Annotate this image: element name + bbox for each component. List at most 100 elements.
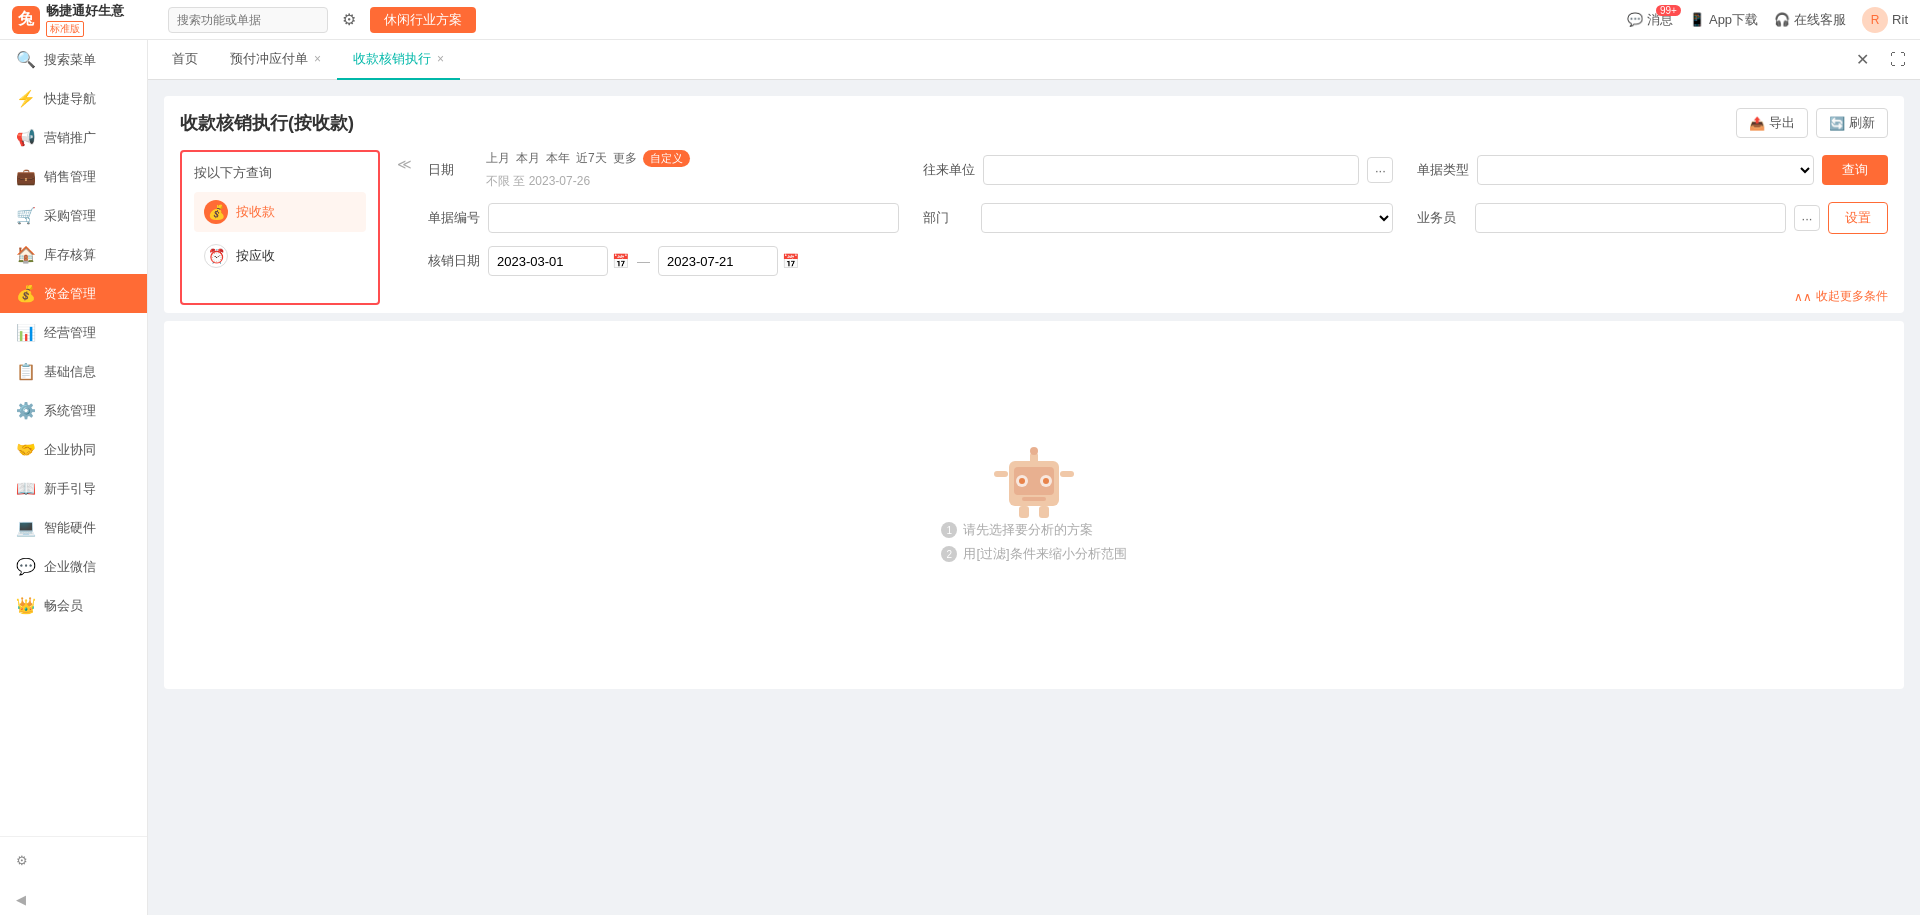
search-option-by-receipt[interactable]: 💰 按收款 [194, 192, 366, 232]
sidebar-item-member[interactable]: 👑 畅会员 [0, 586, 147, 625]
search-form-grid: 日期 上月 本月 本年 近7天 更多 自定义 不限 至 2023-07- [428, 150, 1888, 234]
dept-select[interactable] [981, 203, 1394, 233]
logo-area: 兔 畅捷通好生意 标准版 [12, 2, 160, 37]
sidebar-item-quicknav[interactable]: ⚡ 快捷导航 [0, 79, 147, 118]
date-form-row: 日期 上月 本月 本年 近7天 更多 自定义 不限 至 2023-07- [428, 150, 899, 190]
calendar-start-icon[interactable]: 📅 [612, 253, 629, 269]
dept-form-row: 部门 [923, 202, 1394, 234]
sidebar-label: 企业微信 [44, 558, 96, 576]
svg-point-8 [1030, 447, 1038, 455]
sidebar-item-hardware[interactable]: 💻 智能硬件 [0, 508, 147, 547]
sidebar-item-funds[interactable]: 💰 资金管理 [0, 274, 147, 313]
notification-badge: 99+ [1656, 5, 1681, 16]
date-custom-badge[interactable]: 自定义 [643, 150, 690, 167]
search-option-receipt-label: 按收款 [236, 203, 275, 221]
search-main: 按以下方查询 💰 按收款 ⏰ 按应收 ≪ [180, 150, 1888, 305]
verify-date-end-input[interactable] [658, 246, 778, 276]
settings-icon: ⚙️ [16, 401, 36, 420]
tab-bar-actions: ✕ ⛶ [1848, 46, 1912, 74]
svg-point-4 [1019, 478, 1025, 484]
date-link-7days[interactable]: 近7天 [576, 150, 607, 167]
empty-state-icon [984, 441, 1084, 521]
messages-button[interactable]: 💬 消息 99+ [1627, 11, 1673, 29]
salesperson-input[interactable] [1475, 203, 1786, 233]
sidebar-item-sales[interactable]: 💼 销售管理 [0, 157, 147, 196]
docno-label: 单据编号 [428, 209, 480, 227]
sidebar-item-basic-info[interactable]: 📋 基础信息 [0, 352, 147, 391]
doctype-label: 单据类型 [1417, 161, 1469, 179]
user-account[interactable]: R Rit [1862, 7, 1908, 33]
partner-input[interactable] [983, 155, 1360, 185]
tab-prepay-close[interactable]: × [314, 53, 321, 65]
partner-more-button[interactable]: ··· [1367, 157, 1393, 183]
gear-icon[interactable]: ⚙ [336, 7, 362, 33]
salesperson-more-button[interactable]: ··· [1794, 205, 1820, 231]
tab-prepay-label: 预付冲应付单 [230, 50, 308, 68]
computer-icon: 💻 [16, 518, 36, 537]
date-link-this-year[interactable]: 本年 [546, 150, 570, 167]
sidebar-label: 新手引导 [44, 480, 96, 498]
search-icon: 🔍 [16, 50, 36, 69]
date-link-last-month[interactable]: 上月 [486, 150, 510, 167]
docno-input[interactable] [488, 203, 899, 233]
sidebar-item-management[interactable]: 📊 经营管理 [0, 313, 147, 352]
setting-button[interactable]: 设置 [1828, 202, 1888, 234]
online-service-button[interactable]: 🎧 在线客服 [1774, 11, 1846, 29]
date-link-this-month[interactable]: 本月 [516, 150, 540, 167]
empty-tip-1: 1 请先选择要分析的方案 [941, 521, 1126, 539]
briefcase-icon: 💼 [16, 167, 36, 186]
app-download-button[interactable]: 📱 App下载 [1689, 11, 1758, 29]
export-icon: 📤 [1749, 116, 1765, 131]
search-panel-title: 按以下方查询 [194, 164, 366, 182]
sidebar-item-marketing[interactable]: 📢 营销推广 [0, 118, 147, 157]
calendar-end-icon[interactable]: 📅 [782, 253, 799, 269]
collapse-more-button[interactable]: ∧∧ 收起更多条件 [428, 288, 1888, 305]
sidebar-item-purchase[interactable]: 🛒 采购管理 [0, 196, 147, 235]
download-icon: 📱 [1689, 12, 1705, 27]
tip-number-2: 2 [941, 546, 957, 562]
date-link-more[interactable]: 更多 [613, 150, 637, 167]
sidebar-item-enterprise[interactable]: 🤝 企业协同 [0, 430, 147, 469]
house-icon: 🏠 [16, 245, 36, 264]
service-icon: 🎧 [1774, 12, 1790, 27]
sidebar-item-newguide[interactable]: 📖 新手引导 [0, 469, 147, 508]
date-range-dash: — [637, 254, 650, 269]
sidebar-item-wechat[interactable]: 💬 企业微信 [0, 547, 147, 586]
tab-home[interactable]: 首页 [156, 40, 214, 80]
doctype-select[interactable] [1477, 155, 1814, 185]
header-search-input[interactable] [168, 7, 328, 33]
sidebar-collapse-button[interactable]: ◀ [0, 884, 147, 915]
query-button[interactable]: 查询 [1822, 155, 1888, 185]
tab-close-action[interactable]: ✕ [1848, 46, 1876, 74]
tab-receipt-verify[interactable]: 收款核销执行 × [337, 40, 460, 80]
sidebar-item-system[interactable]: ⚙️ 系统管理 [0, 391, 147, 430]
sidebar-label: 营销推广 [44, 129, 96, 147]
tab-prepay[interactable]: 预付冲应付单 × [214, 40, 337, 80]
cart-icon: 🛒 [16, 206, 36, 225]
chat-icon: 💬 [16, 557, 36, 576]
salesperson-form-row: 业务员 ··· 设置 [1417, 202, 1888, 234]
search-option-by-receivable[interactable]: ⏰ 按应收 [194, 236, 366, 276]
svg-point-5 [1043, 478, 1049, 484]
panel-collapse-button[interactable]: ≪ [392, 152, 416, 176]
handshake-icon: 🤝 [16, 440, 36, 459]
verify-date-start-wrap: 📅 [488, 246, 629, 276]
sidebar-settings-button[interactable]: ⚙ [0, 845, 147, 876]
receipt-option-icon: 💰 [204, 200, 228, 224]
export-button[interactable]: 📤 导出 [1736, 108, 1808, 138]
verify-date-row: 核销日期 📅 — 📅 [428, 246, 1888, 276]
empty-state-card: 1 请先选择要分析的方案 2 用[过滤]条件来缩小分析范围 [164, 321, 1904, 689]
tab-receipt-verify-close[interactable]: × [437, 53, 444, 65]
user-avatar: R [1862, 7, 1888, 33]
sidebar-item-search[interactable]: 🔍 搜索菜单 [0, 40, 147, 79]
sidebar-item-inventory[interactable]: 🏠 库存核算 [0, 235, 147, 274]
industry-solution-button[interactable]: 休闲行业方案 [370, 7, 476, 33]
refresh-button[interactable]: 🔄 刷新 [1816, 108, 1888, 138]
svg-rect-9 [994, 471, 1008, 477]
tab-expand-action[interactable]: ⛶ [1884, 46, 1912, 74]
refresh-icon: 🔄 [1829, 116, 1845, 131]
verify-date-start-input[interactable] [488, 246, 608, 276]
empty-tip-2: 2 用[过滤]条件来缩小分析范围 [941, 545, 1126, 563]
sidebar-label: 基础信息 [44, 363, 96, 381]
sidebar-label: 销售管理 [44, 168, 96, 186]
